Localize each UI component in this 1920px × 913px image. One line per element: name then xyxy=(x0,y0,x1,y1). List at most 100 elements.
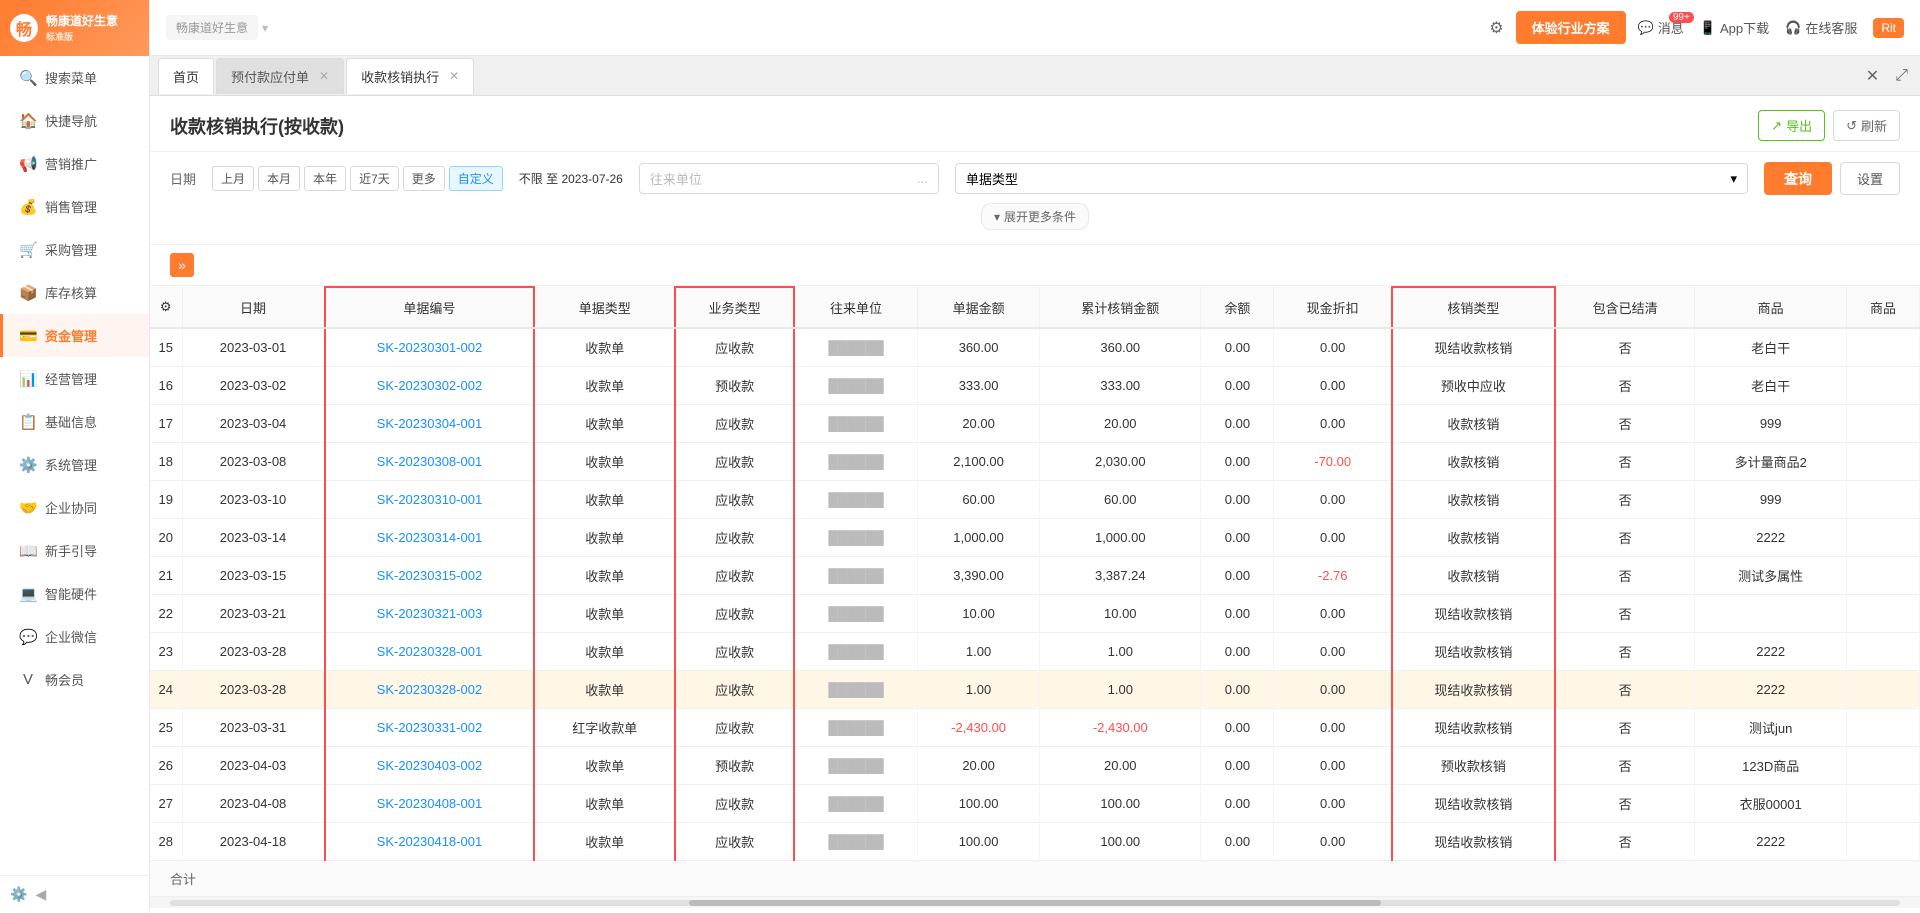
table-cell: -2,430.00 xyxy=(1040,709,1201,747)
bill-no-cell[interactable]: SK-20230403-002 xyxy=(325,747,535,785)
user-avatar[interactable]: Rit xyxy=(1873,18,1904,38)
bill-no-cell[interactable]: SK-20230408-001 xyxy=(325,785,535,823)
table-cell: 0.00 xyxy=(1201,481,1274,519)
table-cell: 应收款 xyxy=(675,633,794,671)
sidebar-item-enterprise[interactable]: 🤝 企业协同 xyxy=(0,486,149,529)
app-download-button[interactable]: 📱 App下载 xyxy=(1700,18,1769,37)
bill-no-link[interactable]: SK-20230304-001 xyxy=(377,416,483,431)
date-more-button[interactable]: 更多 xyxy=(403,166,445,191)
table-cell: 60.00 xyxy=(1040,481,1201,519)
chevron-down-icon: ▾ xyxy=(1730,171,1737,187)
table-cell: ██████ xyxy=(794,405,918,443)
partner-select[interactable]: 往来单位 ... xyxy=(639,163,939,194)
bill-no-link[interactable]: SK-20230403-002 xyxy=(377,758,483,773)
sidebar-item-member[interactable]: V 畅会员 xyxy=(0,658,149,701)
refresh-button[interactable]: ↺ 刷新 xyxy=(1833,110,1900,141)
sidebar-item-hardware[interactable]: 💻 智能硬件 xyxy=(0,572,149,615)
tabs-actions: ✕ ⤢ xyxy=(1862,62,1912,90)
date-custom-button[interactable]: 自定义 xyxy=(449,166,503,191)
table-cell: 23 xyxy=(150,633,182,671)
tab-prepay[interactable]: 预付款应付单 ✕ xyxy=(216,58,344,94)
bill-no-cell[interactable]: SK-20230304-001 xyxy=(325,405,535,443)
sidebar-item-basic[interactable]: 📋 基础信息 xyxy=(0,400,149,443)
sidebar-item-shortcut[interactable]: 🏠 快捷导航 xyxy=(0,99,149,142)
bill-no-cell[interactable]: SK-20230315-002 xyxy=(325,557,535,595)
bill-no-link[interactable]: SK-20230314-001 xyxy=(377,530,483,545)
date-last-month-button[interactable]: 上月 xyxy=(212,166,254,191)
bill-no-cell[interactable]: SK-20230308-001 xyxy=(325,443,535,481)
bill-no-cell[interactable]: SK-20230418-001 xyxy=(325,823,535,861)
table-cell: 0.00 xyxy=(1274,481,1392,519)
table-cell: -2.76 xyxy=(1274,557,1392,595)
bill-no-link[interactable]: SK-20230308-001 xyxy=(377,454,483,469)
query-button[interactable]: 查询 xyxy=(1764,162,1832,195)
sidebar-item-inventory[interactable]: 📦 库存核算 xyxy=(0,271,149,314)
bill-no-cell[interactable]: SK-20230310-001 xyxy=(325,481,535,519)
date-last-7-days-button[interactable]: 近7天 xyxy=(350,166,399,191)
tab-home[interactable]: 首页 xyxy=(158,58,214,94)
table-cell: 2,030.00 xyxy=(1040,443,1201,481)
collapse-icon[interactable]: ◀ xyxy=(35,886,46,903)
table-cell: 2222 xyxy=(1695,633,1846,671)
tab-expand-icon[interactable]: ⤢ xyxy=(1891,63,1912,89)
marketing-icon: 📢 xyxy=(19,155,37,173)
bill-no-link[interactable]: SK-20230408-001 xyxy=(377,796,483,811)
col-gear[interactable]: ⚙ xyxy=(150,287,182,328)
bill-no-cell[interactable]: SK-20230328-002 xyxy=(325,671,535,709)
horizontal-scrollbar[interactable] xyxy=(150,896,1920,908)
bill-no-link[interactable]: SK-20230418-001 xyxy=(377,834,483,849)
sidebar-item-sales[interactable]: 💰 销售管理 xyxy=(0,185,149,228)
table-cell: 2023-03-28 xyxy=(182,633,325,671)
table-cell xyxy=(1846,443,1919,481)
tab-close-collection[interactable]: ✕ xyxy=(449,69,459,83)
table-cell: 否 xyxy=(1555,633,1695,671)
table-toolbar: » xyxy=(150,245,1920,286)
tab-collection[interactable]: 收款核销执行 ✕ xyxy=(346,58,474,94)
table-cell xyxy=(1846,519,1919,557)
bill-no-link[interactable]: SK-20230301-002 xyxy=(377,340,483,355)
online-service-button[interactable]: 🎧 在线客服 xyxy=(1785,18,1857,37)
export-button[interactable]: ↗ 导出 xyxy=(1758,110,1825,141)
sidebar-item-search[interactable]: 🔍 搜索菜单 xyxy=(0,56,149,99)
expand-arrow-button[interactable]: » xyxy=(170,253,194,277)
bill-no-cell[interactable]: SK-20230328-001 xyxy=(325,633,535,671)
bill-no-link[interactable]: SK-20230328-001 xyxy=(377,644,483,659)
bill-no-link[interactable]: SK-20230302-002 xyxy=(377,378,483,393)
bill-no-cell[interactable]: SK-20230301-002 xyxy=(325,328,535,367)
tab-close-prepay[interactable]: ✕ xyxy=(319,69,329,83)
settings-bottom-icon[interactable]: ⚙️ xyxy=(10,886,27,903)
bill-no-cell[interactable]: SK-20230302-002 xyxy=(325,367,535,405)
sidebar-item-guide[interactable]: 📖 新手引导 xyxy=(0,529,149,572)
table-cell xyxy=(1846,747,1919,785)
bill-no-cell[interactable]: SK-20230314-001 xyxy=(325,519,535,557)
sidebar-item-operation[interactable]: 📊 经营管理 xyxy=(0,357,149,400)
table-cell: 测试多属性 xyxy=(1695,557,1846,595)
sidebar-item-finance[interactable]: 💳 资金管理 xyxy=(0,314,149,357)
scrollbar-thumb[interactable] xyxy=(689,900,1381,906)
filter-settings-button[interactable]: 设置 xyxy=(1840,162,1900,195)
bill-no-link[interactable]: SK-20230321-003 xyxy=(377,606,483,621)
bill-type-select[interactable]: 单据类型 ▾ xyxy=(955,163,1748,194)
date-this-month-button[interactable]: 本月 xyxy=(258,166,300,191)
sidebar-item-system[interactable]: ⚙️ 系统管理 xyxy=(0,443,149,486)
table-cell: 2,100.00 xyxy=(918,443,1040,481)
table-cell: 0.00 xyxy=(1274,519,1392,557)
bill-no-cell[interactable]: SK-20230331-002 xyxy=(325,709,535,747)
industry-solution-button[interactable]: 体验行业方案 xyxy=(1516,11,1626,44)
bill-no-link[interactable]: SK-20230315-002 xyxy=(377,568,483,583)
sidebar-item-wechat[interactable]: 💬 企业微信 xyxy=(0,615,149,658)
bill-no-link[interactable]: SK-20230310-001 xyxy=(377,492,483,507)
sidebar-item-purchase[interactable]: 🛒 采购管理 xyxy=(0,228,149,271)
gear-icon[interactable]: ⚙ xyxy=(1489,18,1503,38)
date-this-year-button[interactable]: 本年 xyxy=(304,166,346,191)
table-cell xyxy=(1846,405,1919,443)
bill-no-link[interactable]: SK-20230328-002 xyxy=(377,682,483,697)
table-cell: 收款核销 xyxy=(1392,557,1555,595)
messages-button[interactable]: 💬 消息 99+ xyxy=(1638,18,1684,37)
bill-no-link[interactable]: SK-20230331-002 xyxy=(377,720,483,735)
tab-close-all-icon[interactable]: ✕ xyxy=(1862,62,1883,90)
sidebar-item-marketing[interactable]: 📢 营销推广 xyxy=(0,142,149,185)
table-cell: 0.00 xyxy=(1201,785,1274,823)
bill-no-cell[interactable]: SK-20230321-003 xyxy=(325,595,535,633)
expand-conditions-button[interactable]: ▾ 展开更多条件 xyxy=(981,203,1089,230)
